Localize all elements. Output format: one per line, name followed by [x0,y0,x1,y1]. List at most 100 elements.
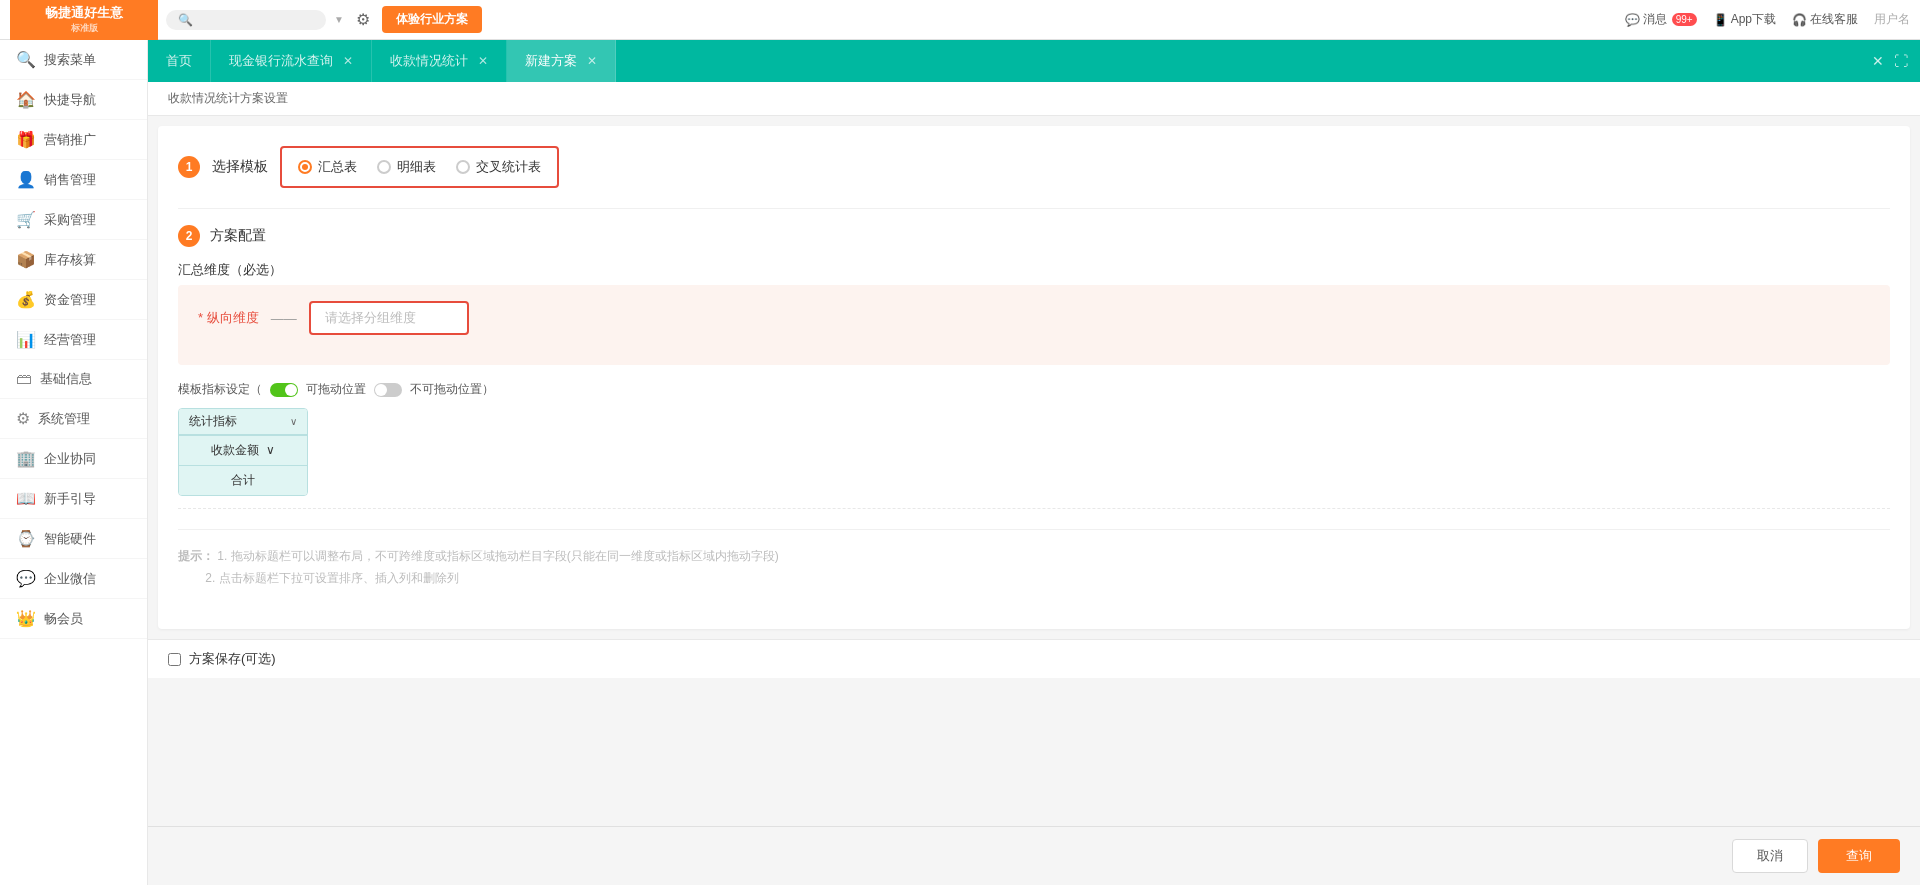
metrics-group-stat: 统计指标 ∨ 收款金额 ∨ 合计 [178,408,308,496]
metrics-area: 统计指标 ∨ 收款金额 ∨ 合计 [178,408,1890,496]
template-cross-label: 交叉统计表 [476,158,541,176]
sidebar-label-new-guide: 新手引导 [44,490,96,508]
header-right: 💬 消息 99+ 📱 App下载 🎧 在线客服 用户名 [1625,11,1910,28]
sidebar-label-operations: 经营管理 [44,331,96,349]
sidebar-item-sys-mgmt[interactable]: ⚙ 系统管理 [0,399,147,439]
settings-icon[interactable]: ⚙ [352,9,374,31]
tab-new-plan-close[interactable]: ✕ [587,54,597,68]
corp-weixin-icon: 💬 [16,569,36,588]
tips-section: 提示： 1. 拖动标题栏可以调整布局，不可跨维度或指标区域拖动栏目字段(只能在同… [178,529,1890,589]
metrics-header: 模板指标设定（ 可拖动位置 不可拖动位置） [178,381,1890,398]
non-draggable-label: 不可拖动位置） [410,381,494,398]
dimension-area: * 纵向维度 —— 请选择分组维度 [178,285,1890,365]
draggable-toggle[interactable] [270,383,298,397]
sidebar-label-quick-nav: 快捷导航 [44,91,96,109]
template-option-cross[interactable]: 交叉统计表 [456,158,541,176]
draggable-toggle-wrap [270,383,298,397]
dim-placeholder: 请选择分组维度 [325,310,416,325]
sidebar-item-marketing[interactable]: 🎁 营销推广 [0,120,147,160]
sidebar-label-finance: 资金管理 [44,291,96,309]
metrics-section: 模板指标设定（ 可拖动位置 不可拖动位置） [178,381,1890,496]
message-badge: 99+ [1672,13,1697,26]
sidebar-item-inventory[interactable]: 📦 库存核算 [0,240,147,280]
metrics-cell-total: 合计 [179,465,307,495]
sales-icon: 👤 [16,170,36,189]
save-label: 方案保存(可选) [189,650,276,668]
template-selection-box: 汇总表 明细表 交叉统计表 [280,146,559,188]
sidebar-item-quick-nav[interactable]: 🏠 快捷导航 [0,80,147,120]
sidebar-label-sales: 销售管理 [44,171,96,189]
tab-close-all-icon[interactable]: ✕ [1872,53,1884,69]
app-version: 标准版 [71,22,98,35]
sidebar-item-enterprise[interactable]: 🏢 企业协同 [0,439,147,479]
download-icon: 📱 [1713,13,1728,27]
search-menu-icon: 🔍 [16,50,36,69]
non-draggable-toggle-wrap [374,383,402,397]
sidebar-label-purchase: 采购管理 [44,211,96,229]
step2-header: 2 方案配置 [178,225,1890,247]
sidebar-item-base-info[interactable]: 🗃 基础信息 [0,360,147,399]
sidebar-item-sales[interactable]: 👤 销售管理 [0,160,147,200]
top-header: 畅捷通好生意 标准版 🔍 ▼ ⚙ 体验行业方案 💬 消息 99+ 📱 App下载… [0,0,1920,40]
operations-icon: 📊 [16,330,36,349]
tab-new-plan[interactable]: 新建方案 ✕ [507,40,616,82]
non-draggable-toggle[interactable] [374,383,402,397]
template-option-detail[interactable]: 明细表 [377,158,436,176]
base-info-icon: 🗃 [16,370,32,388]
marketing-icon: 🎁 [16,130,36,149]
message-icon: 💬 [1625,13,1640,27]
sidebar-item-search[interactable]: 🔍 搜索菜单 [0,40,147,80]
step2-title: 方案配置 [210,227,266,245]
stat-expand-icon[interactable]: ∨ [290,416,297,427]
dim-select-box[interactable]: 请选择分组维度 [309,301,469,335]
step2-section: 2 方案配置 汇总维度（必选） * 纵向维度 —— 请选择分组维度 [178,208,1890,589]
app-name: 畅捷通好生意 [45,4,123,22]
radio-detail[interactable] [377,160,391,174]
stat-cell-label: 收款金额 [211,443,259,457]
tip-line1: 提示： 1. 拖动标题栏可以调整布局，不可跨维度或指标区域拖动栏目字段(只能在同… [178,546,1890,568]
purchase-icon: 🛒 [16,210,36,229]
support-icon: 🎧 [1792,13,1807,27]
search-icon: 🔍 [178,13,193,27]
radio-summary[interactable] [298,160,312,174]
step1-section: 1 选择模板 汇总表 明细表 [178,146,1890,188]
tab-receipts[interactable]: 收款情况统计 ✕ [372,40,507,82]
dropdown-icon[interactable]: ▼ [334,14,344,25]
cancel-button[interactable]: 取消 [1732,839,1808,873]
tab-expand-icon[interactable]: ⛶ [1894,53,1908,69]
query-button[interactable]: 查询 [1818,839,1900,873]
download-label: App下载 [1731,11,1776,28]
download-action[interactable]: 📱 App下载 [1713,11,1776,28]
sidebar-item-finance[interactable]: 💰 资金管理 [0,280,147,320]
metrics-cell-amount[interactable]: 收款金额 ∨ [179,435,307,465]
metrics-group-header[interactable]: 统计指标 ∨ [179,409,307,435]
message-label: 消息 [1643,11,1667,28]
sidebar-item-new-guide[interactable]: 📖 新手引导 [0,479,147,519]
template-option-summary[interactable]: 汇总表 [298,158,357,176]
radio-cross[interactable] [456,160,470,174]
save-bar: 方案保存(可选) [148,639,1920,678]
metrics-title-text: 模板指标设定（ [178,381,262,398]
tip-text2-content: 2. 点击标题栏下拉可设置排序、插入列和删除列 [205,571,458,585]
tab-home[interactable]: 首页 [148,40,211,82]
enterprise-icon: 🏢 [16,449,36,468]
dimension-label: 汇总维度（必选） [178,262,282,277]
username: 用户名 [1874,11,1910,28]
sidebar-item-smart-hw[interactable]: ⌚ 智能硬件 [0,519,147,559]
save-checkbox[interactable] [168,653,181,666]
tip-prefix: 提示： [178,549,214,563]
search-bar[interactable]: 🔍 [166,10,326,30]
trial-button[interactable]: 体验行业方案 [382,6,482,33]
sidebar-item-operations[interactable]: 📊 经营管理 [0,320,147,360]
sidebar-item-corp-weixin[interactable]: 💬 企业微信 [0,559,147,599]
support-action[interactable]: 🎧 在线客服 [1792,11,1858,28]
sidebar-item-member[interactable]: 👑 畅会员 [0,599,147,639]
footer-bar: 取消 查询 [148,826,1920,885]
tab-cashflow-label: 现金银行流水查询 [229,52,333,70]
tab-cashflow[interactable]: 现金银行流水查询 ✕ [211,40,372,82]
tab-receipts-close[interactable]: ✕ [478,54,488,68]
tab-cashflow-close[interactable]: ✕ [343,54,353,68]
sidebar-item-purchase[interactable]: 🛒 采购管理 [0,200,147,240]
stat-cell-expand[interactable]: ∨ [266,443,275,457]
message-action[interactable]: 💬 消息 99+ [1625,11,1697,28]
